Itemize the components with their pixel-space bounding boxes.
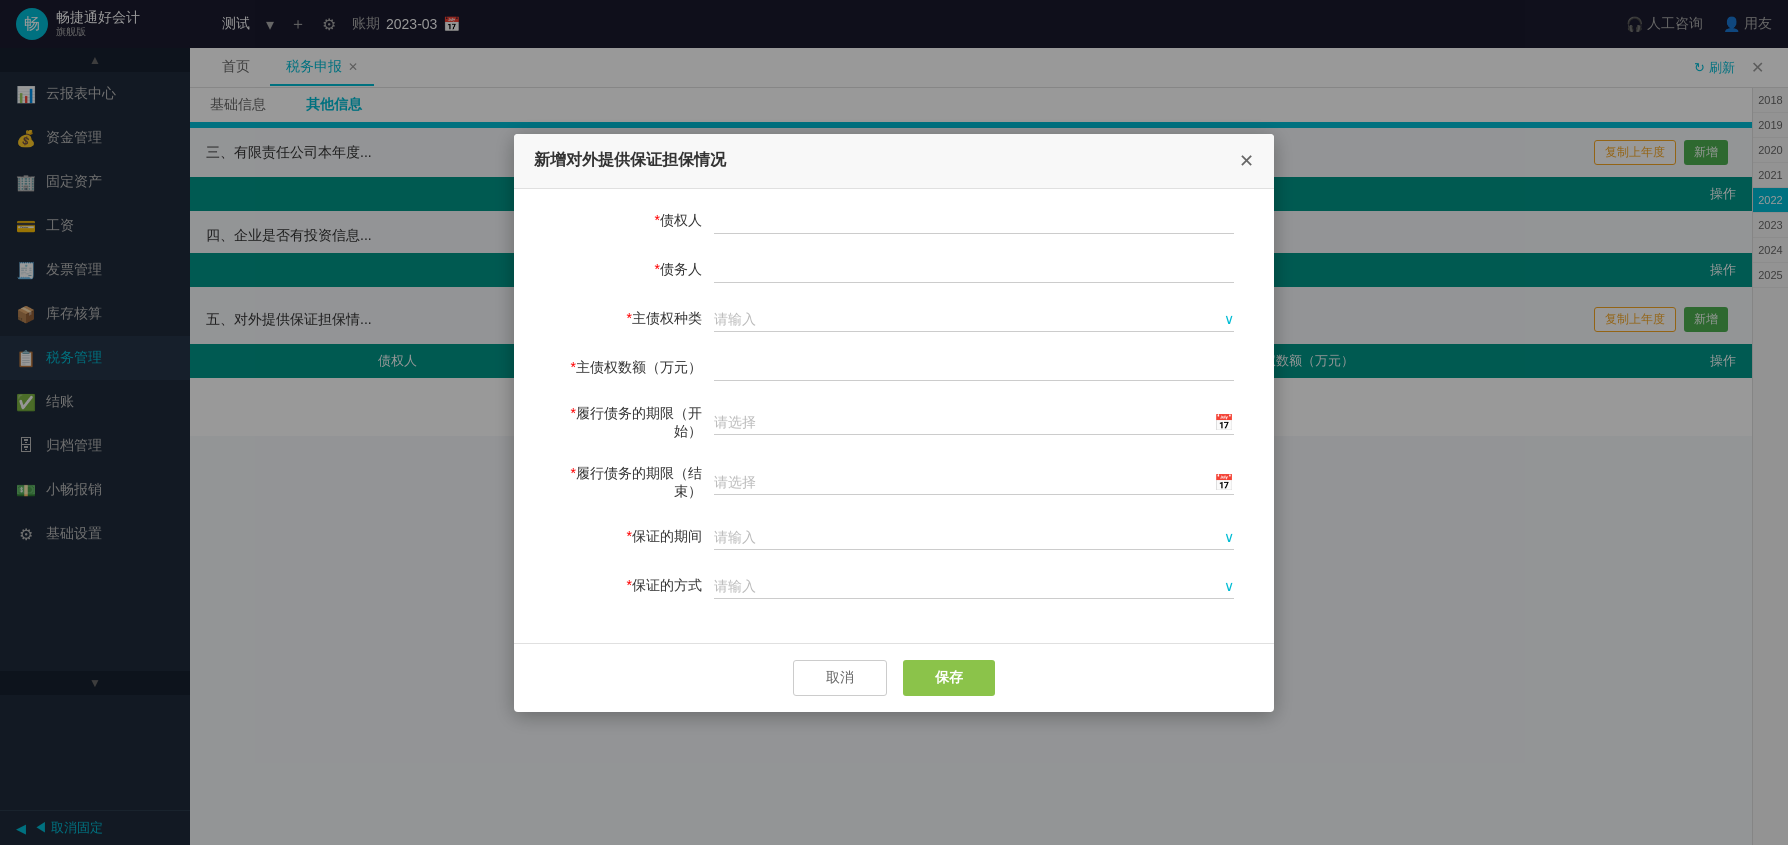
form-row-guarantee-method: *保证的方式 ∨ xyxy=(554,574,1234,599)
form-row-period-end: *履行债务的期限（结束） 📅 xyxy=(554,465,1234,501)
form-row-debtor: *债务人 xyxy=(554,258,1234,283)
form-row-period-start: *履行债务的期限（开始） 📅 xyxy=(554,405,1234,441)
modal-body: *债权人 *债务人 *主债权种类 ∨ xyxy=(514,189,1274,643)
guarantee-method-input[interactable] xyxy=(714,574,1234,599)
debtor-label: *债务人 xyxy=(554,261,714,279)
period-end-input[interactable] xyxy=(714,470,1234,495)
period-start-wrapper: 📅 xyxy=(714,410,1234,435)
form-row-guarantee-period: *保证的期间 ∨ xyxy=(554,525,1234,550)
modal-add-guarantee: 新增对外提供保证担保情况 ✕ *债权人 *债务人 * xyxy=(514,134,1274,712)
claim-type-wrapper: ∨ xyxy=(714,307,1234,332)
period-end-label: *履行债务的期限（结束） xyxy=(554,465,714,501)
claim-amount-label: *主债权数额（万元） xyxy=(554,359,714,377)
save-button[interactable]: 保存 xyxy=(903,660,995,696)
modal-title: 新增对外提供保证担保情况 xyxy=(534,150,726,171)
guarantee-period-label: *保证的期间 xyxy=(554,528,714,546)
claim-type-label: *主债权种类 xyxy=(554,310,714,328)
guarantee-method-label: *保证的方式 xyxy=(554,577,714,595)
period-start-label: *履行债务的期限（开始） xyxy=(554,405,714,441)
debtor-input[interactable] xyxy=(714,258,1234,283)
modal-overlay: 新增对外提供保证担保情况 ✕ *债权人 *债务人 * xyxy=(0,0,1788,845)
form-row-claim-type: *主债权种类 ∨ xyxy=(554,307,1234,332)
claim-type-dropdown-icon[interactable]: ∨ xyxy=(1224,311,1234,327)
guarantee-period-input[interactable] xyxy=(714,525,1234,550)
modal-header: 新增对外提供保证担保情况 ✕ xyxy=(514,134,1274,189)
creditor-label: *债权人 xyxy=(554,212,714,230)
form-row-claim-amount: *主债权数额（万元） xyxy=(554,356,1234,381)
creditor-input[interactable] xyxy=(714,209,1234,234)
guarantee-period-dropdown-icon[interactable]: ∨ xyxy=(1224,529,1234,545)
claim-amount-input[interactable] xyxy=(714,356,1234,381)
period-start-input[interactable] xyxy=(714,410,1234,435)
guarantee-method-dropdown-icon[interactable]: ∨ xyxy=(1224,578,1234,594)
guarantee-method-wrapper: ∨ xyxy=(714,574,1234,599)
modal-footer: 取消 保存 xyxy=(514,643,1274,712)
period-start-calendar-icon[interactable]: 📅 xyxy=(1214,413,1234,432)
cancel-button[interactable]: 取消 xyxy=(793,660,887,696)
period-end-calendar-icon[interactable]: 📅 xyxy=(1214,473,1234,492)
modal-close-btn[interactable]: ✕ xyxy=(1239,150,1254,172)
claim-type-input[interactable] xyxy=(714,307,1234,332)
guarantee-period-wrapper: ∨ xyxy=(714,525,1234,550)
period-end-wrapper: 📅 xyxy=(714,470,1234,495)
form-row-creditor: *债权人 xyxy=(554,209,1234,234)
